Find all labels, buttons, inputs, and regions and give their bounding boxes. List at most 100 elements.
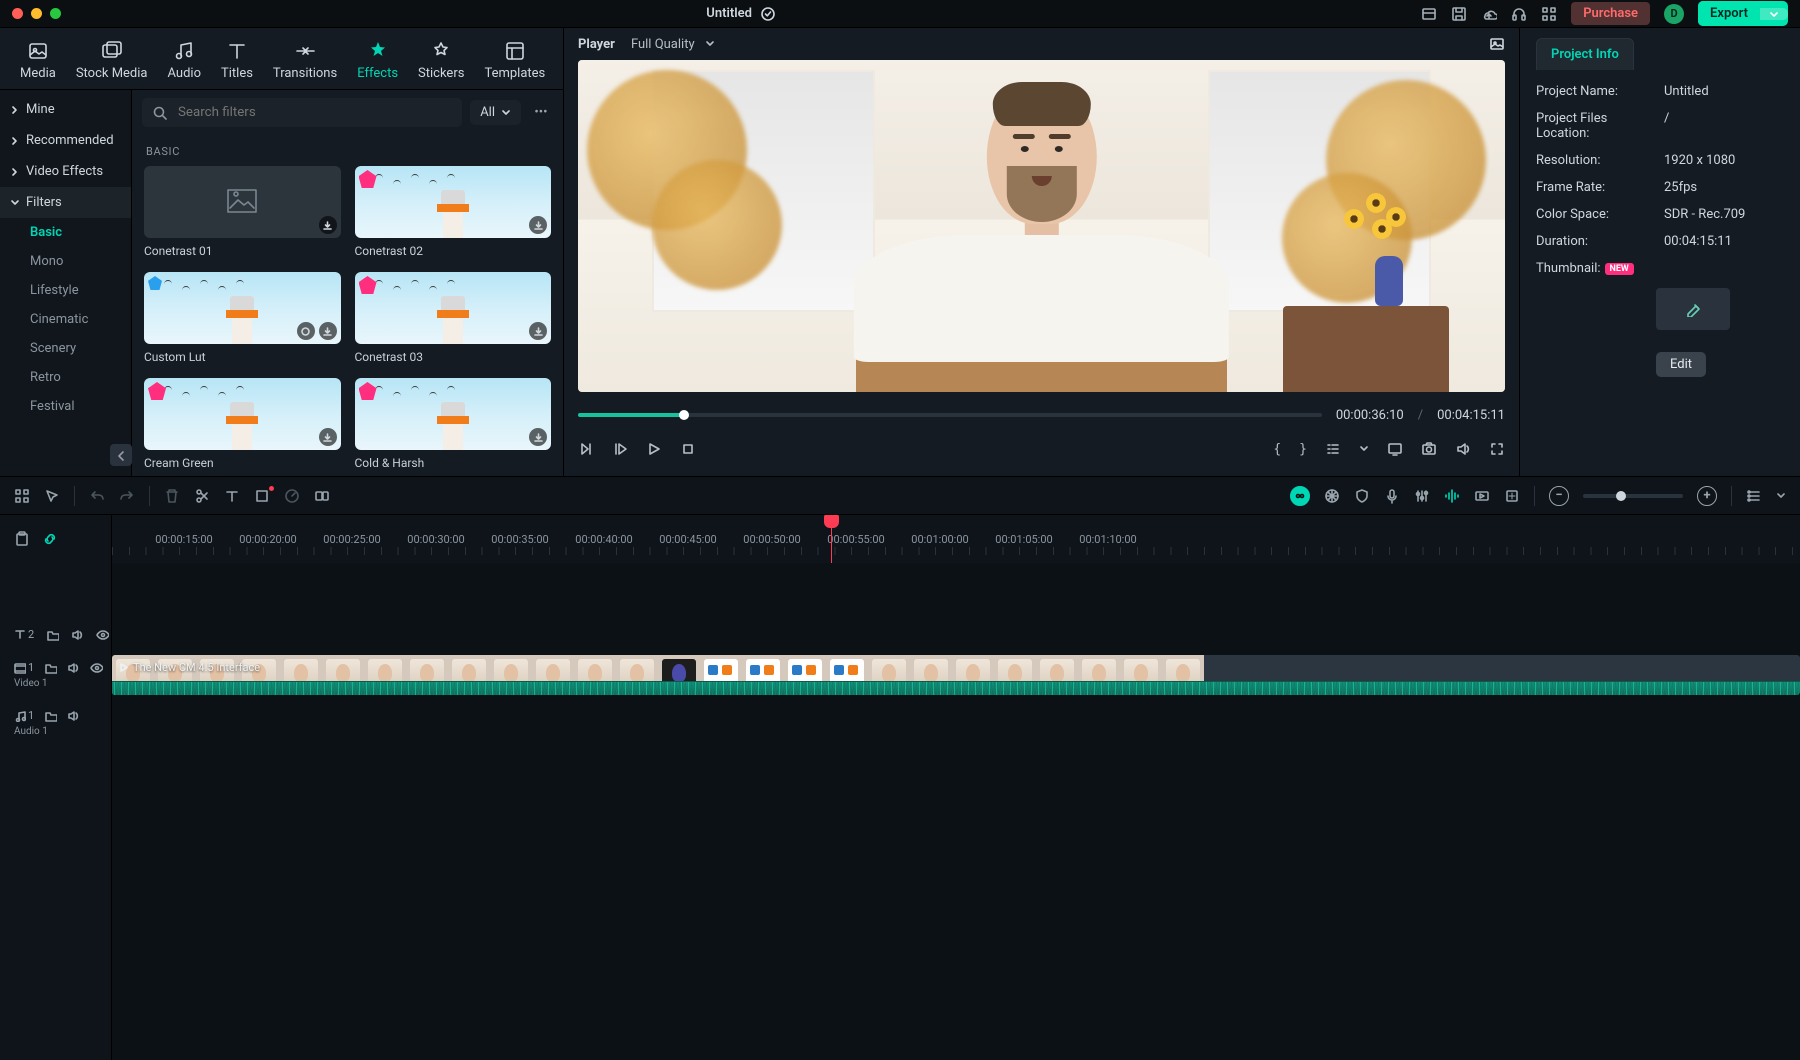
playhead[interactable] <box>831 515 832 563</box>
ai-tools-icon[interactable] <box>1290 486 1310 506</box>
tab-effects[interactable]: Effects <box>347 34 408 89</box>
time-ruler[interactable]: 00:00:15:0000:00:20:0000:00:25:0000:00:3… <box>112 515 1800 563</box>
filter-all-dropdown[interactable]: All <box>470 100 521 125</box>
video-clip[interactable]: The New CM 4.5 Interface <box>112 655 1800 695</box>
download-icon[interactable] <box>529 322 547 340</box>
mute-icon[interactable] <box>71 628 84 641</box>
tree-sub-cinematic[interactable]: Cinematic <box>0 305 131 334</box>
headphones-icon[interactable] <box>1511 6 1527 22</box>
tab-stock-media[interactable]: Stock Media <box>66 34 158 89</box>
folder-icon[interactable] <box>44 661 57 674</box>
tree-sub-mono[interactable]: Mono <box>0 247 131 276</box>
mark-in-brace[interactable]: { <box>1273 442 1281 457</box>
tree-item-video-effects[interactable]: Video Effects <box>0 156 131 187</box>
delete-icon[interactable] <box>164 488 180 504</box>
snapshot-icon[interactable] <box>1421 441 1437 457</box>
link-icon[interactable] <box>42 531 58 547</box>
effect-thumb[interactable] <box>144 272 341 344</box>
apps-grid-icon[interactable] <box>1541 6 1557 22</box>
download-icon[interactable] <box>529 216 547 234</box>
marker-add-icon[interactable] <box>1504 488 1520 504</box>
video-lane[interactable]: The New CM 4.5 Interface <box>112 651 1800 699</box>
tab-stickers[interactable]: Stickers <box>408 34 474 89</box>
undo-icon[interactable] <box>89 488 105 504</box>
play-pause-icon[interactable] <box>612 441 628 457</box>
split-icon[interactable] <box>194 488 210 504</box>
text-tool-icon[interactable] <box>224 488 240 504</box>
tree-sub-retro[interactable]: Retro <box>0 363 131 392</box>
play-icon[interactable] <box>646 441 662 457</box>
visibility-icon[interactable] <box>90 661 103 674</box>
speed-icon[interactable] <box>284 488 300 504</box>
group-icon[interactable] <box>314 488 330 504</box>
effect-thumb[interactable] <box>355 378 552 450</box>
marker-list-icon[interactable] <box>1325 441 1341 457</box>
effect-thumb[interactable] <box>144 166 341 238</box>
minimize-window[interactable] <box>31 8 42 19</box>
color-tool-icon[interactable] <box>1324 488 1340 504</box>
download-icon[interactable] <box>319 322 337 340</box>
download-icon[interactable] <box>529 428 547 446</box>
export-button[interactable]: Export <box>1698 1 1760 26</box>
scrub-slider[interactable] <box>578 413 1322 417</box>
effect-thumb[interactable] <box>355 166 552 238</box>
redo-icon[interactable] <box>119 488 135 504</box>
select-tool-icon[interactable] <box>44 488 60 504</box>
volume-icon[interactable] <box>1455 441 1471 457</box>
crop-tool[interactable] <box>254 488 270 504</box>
tab-audio[interactable]: Audio <box>158 34 211 89</box>
compare-view-icon[interactable] <box>1489 36 1505 52</box>
download-icon[interactable] <box>319 216 337 234</box>
preview-icon[interactable] <box>297 322 315 340</box>
clipboard-icon[interactable] <box>14 531 30 547</box>
purchase-button[interactable]: Purchase <box>1571 2 1650 25</box>
maximize-window[interactable] <box>50 8 61 19</box>
edit-button[interactable]: Edit <box>1656 352 1706 377</box>
close-window[interactable] <box>12 8 23 19</box>
tab-templates[interactable]: Templates <box>474 34 555 89</box>
mute-icon[interactable] <box>67 661 80 674</box>
chevron-down-icon[interactable] <box>1359 444 1369 454</box>
tab-transitions[interactable]: Transitions <box>263 34 347 89</box>
audio-lane[interactable] <box>112 699 1800 747</box>
visibility-icon[interactable] <box>96 628 109 641</box>
display-out-icon[interactable] <box>1387 441 1403 457</box>
chevron-down-icon[interactable] <box>1776 491 1786 501</box>
track-view-icon[interactable] <box>1746 488 1762 504</box>
preview-viewport[interactable] <box>578 60 1505 392</box>
tree-item-filters[interactable]: Filters <box>0 187 131 218</box>
download-icon[interactable] <box>319 428 337 446</box>
tree-sub-scenery[interactable]: Scenery <box>0 334 131 363</box>
zoom-slider[interactable] <box>1583 494 1683 498</box>
render-icon[interactable] <box>1474 488 1490 504</box>
collapse-tree-button[interactable] <box>110 444 132 466</box>
search-filters[interactable] <box>142 98 462 127</box>
zoom-out-icon[interactable]: − <box>1549 486 1569 506</box>
more-menu[interactable]: ••• <box>529 105 553 120</box>
user-avatar[interactable]: D <box>1664 4 1684 24</box>
export-caret[interactable] <box>1760 8 1788 20</box>
tree-sub-basic[interactable]: Basic <box>0 218 131 247</box>
tree-item-mine[interactable]: Mine <box>0 94 131 125</box>
tab-media[interactable]: Media <box>10 34 66 89</box>
audio-mixer-icon[interactable] <box>1414 488 1430 504</box>
stop-icon[interactable] <box>680 441 696 457</box>
thumbnail-box[interactable] <box>1656 288 1730 330</box>
layout-panel-icon[interactable] <box>1421 6 1437 22</box>
search-input[interactable] <box>176 104 452 121</box>
cloud-upload-icon[interactable] <box>1481 6 1497 22</box>
voiceover-icon[interactable] <box>1384 488 1400 504</box>
auto-beat-icon[interactable] <box>1444 488 1460 504</box>
prev-frame-icon[interactable] <box>578 441 594 457</box>
zoom-in-icon[interactable]: + <box>1697 486 1717 506</box>
tab-titles[interactable]: Titles <box>211 34 263 89</box>
tab-project-info[interactable]: Project Info <box>1536 38 1634 70</box>
grid-snap-icon[interactable] <box>14 488 30 504</box>
fullscreen-icon[interactable] <box>1489 441 1505 457</box>
tree-item-recommended[interactable]: Recommended <box>0 125 131 156</box>
effect-thumb[interactable] <box>144 378 341 450</box>
mark-out-brace[interactable]: } <box>1299 442 1307 457</box>
shield-icon[interactable] <box>1354 488 1370 504</box>
tree-sub-festival[interactable]: Festival <box>0 392 131 421</box>
effect-thumb[interactable] <box>355 272 552 344</box>
